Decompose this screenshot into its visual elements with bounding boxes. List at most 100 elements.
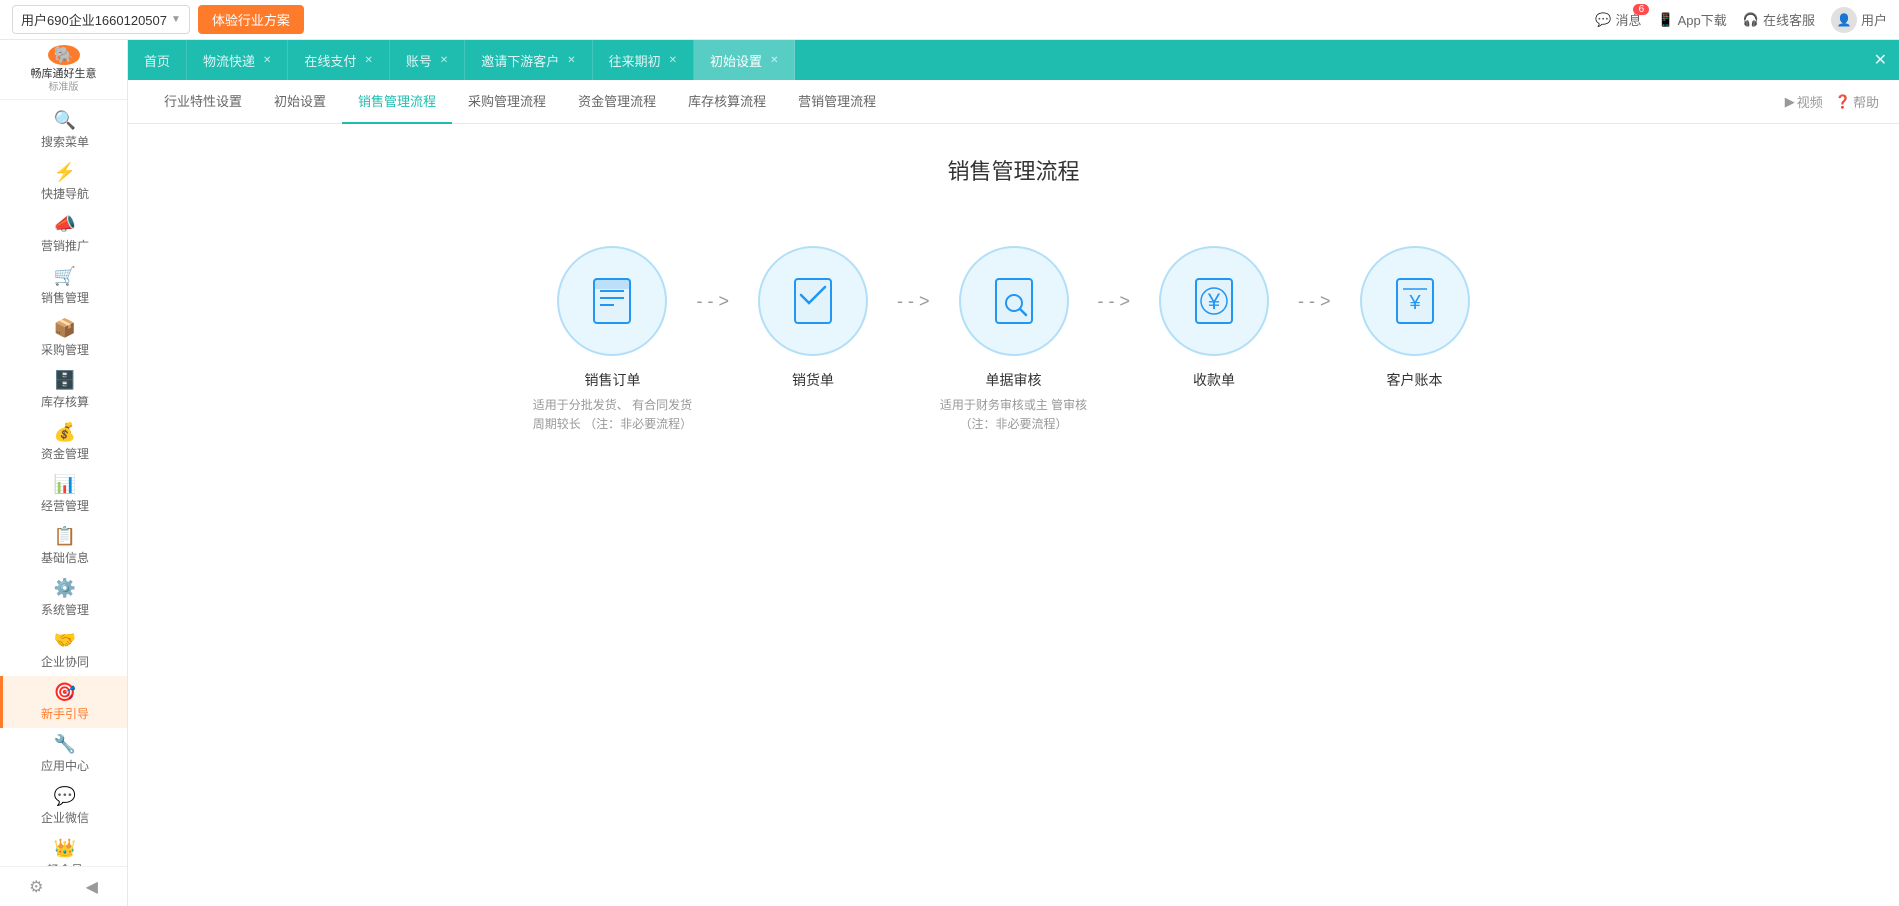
sub-tabs-right-video[interactable]: ▶ 视频 — [1785, 92, 1823, 111]
flow-arrow-2: - - > — [897, 246, 930, 312]
nav-tab-label-payment: 在线支付 — [304, 51, 356, 70]
flow-circle-sales_note[interactable] — [758, 246, 868, 356]
nav-tab-home[interactable]: 首页 — [128, 40, 187, 80]
sidebar-item-finance[interactable]: 💰资金管理 — [0, 416, 127, 468]
sub-tab-sales_flow[interactable]: 销售管理流程 — [342, 80, 452, 124]
flow-desc-doc_review: 适用于财务审核或主 管审核 （注：非必要流程） — [934, 396, 1094, 434]
top-header: 用户690企业1660120507 ▼ 体验行业方案 💬 消息 6 📱 App下… — [0, 0, 1899, 40]
customer-service-button[interactable]: 🎧 在线客服 — [1743, 10, 1815, 29]
flow-circle-customer_ledger[interactable]: ¥ — [1360, 246, 1470, 356]
arrow-icon-2: - - > — [897, 291, 930, 312]
finance-icon: 💰 — [54, 422, 76, 443]
guide-icon: 🎯 — [54, 682, 76, 703]
search-icon: 🔍 — [54, 110, 76, 131]
sidebar-label-corp: 企业协同 — [41, 653, 89, 670]
sidebar-item-search[interactable]: 🔍搜索菜单 — [0, 104, 127, 156]
sidebar-item-member[interactable]: 👑畅会员 — [0, 832, 127, 866]
sidebar-label-marketing: 营销推广 — [41, 237, 89, 254]
sub-tabs: 行业特性设置初始设置销售管理流程采购管理流程资金管理流程库存核算流程营销管理流程… — [128, 80, 1899, 124]
video-icon: ▶ — [1785, 94, 1795, 110]
message-icon: 💬 — [1595, 12, 1611, 28]
sidebar-label-guide: 新手引导 — [41, 705, 89, 722]
sidebar-item-purchase[interactable]: 📦采购管理 — [0, 312, 127, 364]
sidebar-bottom: ⚙ ◀ — [0, 866, 127, 906]
flow-item-customer_ledger: ¥ 客户账本 — [1335, 246, 1495, 390]
flow-circle-doc_review[interactable] — [959, 246, 1069, 356]
flow-circle-receipt[interactable]: ¥ — [1159, 246, 1269, 356]
close-tab-invite-icon[interactable]: ✕ — [567, 55, 575, 66]
sidebar-item-marketing[interactable]: 📣 营销推广 — [0, 208, 127, 260]
arrow-icon-4: - - > — [1298, 291, 1331, 312]
sub-tab-marketing_flow[interactable]: 营销管理流程 — [782, 80, 892, 124]
sidebar-label-appcenter: 应用中心 — [41, 757, 89, 774]
flow-label-customer_ledger: 客户账本 — [1387, 370, 1443, 390]
user-selector[interactable]: 用户690企业1660120507 ▼ — [12, 5, 190, 34]
user-avatar-button[interactable]: 👤 用户 — [1831, 7, 1887, 33]
user-label: 用户 — [1861, 10, 1887, 29]
arrow-icon-1: - - > — [696, 291, 729, 312]
nav-tab-account[interactable]: 账号✕ — [390, 40, 465, 80]
flow-item-doc_review: 单据审核适用于财务审核或主 管审核 （注：非必要流程） — [934, 246, 1094, 434]
sidebar-item-quicknav[interactable]: ⚡快捷导航 — [0, 156, 127, 208]
user-selector-label: 用户690企业1660120507 — [21, 10, 167, 29]
svg-text:¥: ¥ — [1207, 289, 1221, 314]
close-all-tabs-button[interactable]: ✕ — [1862, 50, 1899, 70]
nav-tab-label-invite: 邀请下游客户 — [481, 51, 559, 70]
nav-tab-payment[interactable]: 在线支付 ✕ — [288, 40, 389, 80]
sub-tab-initial[interactable]: 初始设置 — [258, 80, 342, 124]
sidebar-item-system[interactable]: ⚙️ 系统管理 — [0, 572, 127, 624]
service-icon: 🎧 — [1743, 12, 1759, 28]
sidebar-item-guide[interactable]: 🎯 新手引导 — [0, 676, 127, 728]
app-download-button[interactable]: 📱 App下载 — [1657, 10, 1726, 29]
close-tab-logistics-icon[interactable]: ✕ — [263, 55, 271, 66]
nav-tab-period[interactable]: 往来期初✕ — [593, 40, 694, 80]
flow-arrow-3: - - > — [1098, 246, 1131, 312]
sidebar-item-corp[interactable]: 🤝企业协同 — [0, 624, 127, 676]
nav-tab-logistics[interactable]: 物流快递✕ — [187, 40, 288, 80]
nav-tab-invite[interactable]: 邀请下游客户 ✕ — [465, 40, 592, 80]
sidebar-item-sales[interactable]: 🛒 销售管理 — [0, 260, 127, 312]
flow-circle-sales_order[interactable] — [557, 246, 667, 356]
marketing-icon: 📣 — [54, 214, 76, 235]
sidebar-label-system: 系统管理 — [41, 601, 89, 618]
purchase-icon: 📦 — [54, 318, 76, 339]
nav-tab-label-setup: 初始设置 — [710, 51, 762, 70]
sidebar-item-appcenter[interactable]: 🔧应用中心 — [0, 728, 127, 780]
nav-tabs-bar: 首页物流快递✕在线支付✕账号✕邀请下游客户✕往来期初✕初始设置✕ ✕ — [128, 40, 1899, 80]
sidebar-item-inventory[interactable]: 🗄️库存核算 — [0, 364, 127, 416]
message-button[interactable]: 💬 消息 6 — [1595, 10, 1641, 29]
svg-text:¥: ¥ — [1408, 292, 1421, 314]
sub-tabs-right-help[interactable]: ❓ 帮助 — [1835, 92, 1879, 111]
system-icon: ⚙️ — [54, 578, 76, 599]
settings-icon[interactable]: ⚙ — [29, 877, 43, 897]
close-tab-account-icon[interactable]: ✕ — [440, 55, 448, 66]
sales-icon: 🛒 — [54, 266, 76, 287]
sidebar-item-base[interactable]: 📋基础信息 — [0, 520, 127, 572]
sub-tab-purchase_flow[interactable]: 采购管理流程 — [452, 80, 562, 124]
header-left: 用户690企业1660120507 ▼ 体验行业方案 — [12, 5, 304, 34]
nav-tab-setup[interactable]: 初始设置 ✕ — [694, 40, 795, 80]
logo-text: 畅库通好生意 标准版 — [31, 67, 97, 94]
nav-tab-label-home: 首页 — [144, 51, 170, 70]
sub-tab-industry[interactable]: 行业特性设置 — [148, 80, 258, 124]
close-tab-setup-icon[interactable]: ✕ — [770, 55, 778, 66]
chevron-down-icon: ▼ — [171, 14, 181, 25]
service-label: 在线客服 — [1763, 10, 1815, 29]
sidebar-label-sales: 销售管理 — [41, 289, 89, 306]
sidebar-item-wechat[interactable]: 💬企业微信 — [0, 780, 127, 832]
close-tab-period-icon[interactable]: ✕ — [669, 55, 677, 66]
sidebar-item-ops[interactable]: 📊经营管理 — [0, 468, 127, 520]
page-body: 销售管理流程 销售订单适用于分批发货、 有合同发货周期较长 （注：非必要流程）-… — [128, 124, 1899, 464]
flow-item-receipt: ¥收款单 — [1134, 246, 1294, 390]
flow-item-sales_order: 销售订单适用于分批发货、 有合同发货周期较长 （注：非必要流程） — [532, 246, 692, 434]
close-tab-payment-icon[interactable]: ✕ — [364, 55, 372, 66]
wechat-icon: 💬 — [54, 786, 76, 807]
flow-arrow-1: - - > — [696, 246, 729, 312]
sub-tab-finance_flow[interactable]: 资金管理流程 — [562, 80, 672, 124]
sub-tab-inventory_flow[interactable]: 库存核算流程 — [672, 80, 782, 124]
try-industry-button[interactable]: 体验行业方案 — [198, 5, 304, 34]
message-badge: 6 — [1633, 4, 1649, 15]
arrow-icon-3: - - > — [1098, 291, 1131, 312]
sidebar-label-ops: 经营管理 — [41, 497, 89, 514]
collapse-icon[interactable]: ◀ — [86, 877, 98, 897]
